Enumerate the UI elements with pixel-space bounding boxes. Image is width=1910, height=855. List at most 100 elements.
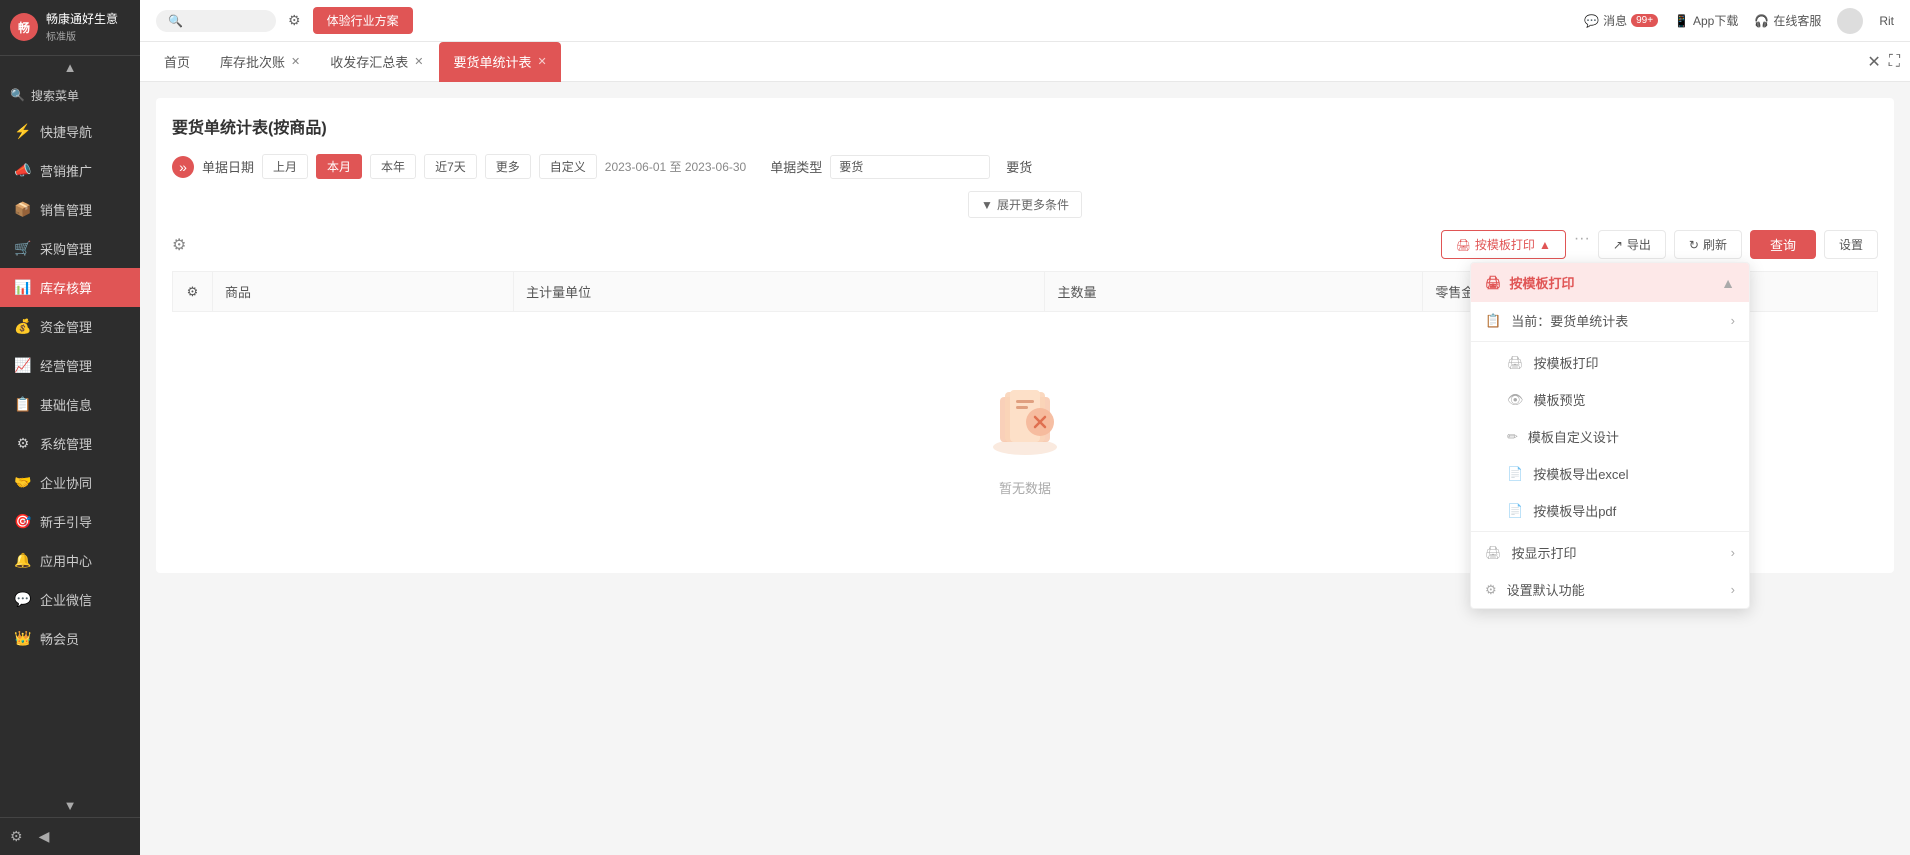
operation-icon: 📈 (14, 356, 32, 374)
sidebar-scroll-down[interactable]: ▼ (0, 794, 140, 817)
corp-icon: 🤝 (14, 473, 32, 491)
item-label: 模板自定义设计 (1528, 427, 1619, 446)
tab-close-icon[interactable]: ✕ (291, 55, 300, 68)
corpwx-icon: 💬 (14, 590, 32, 608)
type-select[interactable]: 要货 (830, 155, 990, 179)
print-dropdown-arrow: ▲ (1539, 238, 1551, 252)
tab-label: 要货单统计表 (453, 52, 531, 71)
message-icon: 💬 (1584, 14, 1599, 28)
gear-icon[interactable]: ⚙ (288, 12, 301, 29)
item-label: 按模板导出excel (1533, 464, 1628, 483)
expand-conditions-btn[interactable]: ▼ 展开更多条件 (968, 191, 1082, 218)
refresh-icon: ↻ (1689, 238, 1699, 252)
dropdown-current-item[interactable]: 📋 当前：要货单统计表 › (1471, 302, 1749, 339)
experience-btn[interactable]: 体验行业方案 (313, 7, 413, 34)
sidebar-item-label: 畅会员 (40, 629, 79, 648)
print-btn[interactable]: 🖨 按模板打印 ▲ (1441, 230, 1566, 259)
tab-order-stats[interactable]: 要货单统计表 ✕ (439, 42, 560, 82)
sidebar-item-system[interactable]: ⚙ 系统管理 (0, 424, 140, 463)
newbie-icon: 🎯 (14, 512, 32, 530)
search-menu-btn[interactable]: 🔍 搜索菜单 (0, 79, 140, 112)
dropdown-close-icon[interactable]: ▲ (1721, 275, 1735, 291)
dropdown-set-default[interactable]: ⚙ 设置默认功能 › (1471, 571, 1749, 608)
tab-close-icon[interactable]: ✕ (538, 55, 547, 68)
printer-icon: 🖨 (1485, 275, 1502, 291)
maximize-icon[interactable]: ⛶ (1889, 53, 1900, 71)
sidebar-scroll-up[interactable]: ▲ (0, 56, 140, 79)
date-btn-this-year[interactable]: 本年 (370, 154, 416, 179)
sidebar-item-appstore[interactable]: 🔔 应用中心 (0, 541, 140, 580)
filter-expand-btn[interactable]: » (172, 156, 194, 178)
table-config-btn[interactable]: ⚙ (172, 235, 186, 255)
tab-close-icon[interactable]: ✕ (414, 55, 423, 68)
empty-text: 暂无数据 (999, 478, 1051, 497)
search-menu-label: 搜索菜单 (31, 87, 79, 104)
empty-icon (980, 372, 1070, 462)
date-range-display: 2023-06-01 至 2023-06-30 (605, 158, 746, 175)
date-btn-this-month[interactable]: 本月 (316, 154, 362, 179)
top-search[interactable]: 🔍 (156, 10, 276, 32)
preview-icon: 👁 (1507, 392, 1524, 408)
refresh-btn[interactable]: ↻ 刷新 (1674, 230, 1742, 259)
item-label: 按模板导出pdf (1533, 501, 1616, 520)
sidebar-item-label: 新手引导 (40, 512, 92, 531)
online-service-btn[interactable]: 🎧 在线客服 (1754, 12, 1821, 29)
sidebar-item-operation[interactable]: 📈 经营管理 (0, 346, 140, 385)
sidebar-bottom: ⚙ ◀ (0, 817, 140, 855)
app-download-btn[interactable]: 📱 App下载 (1674, 12, 1738, 29)
date-btn-custom[interactable]: 自定义 (539, 154, 597, 179)
page-content: 要货单统计表(按商品) » 单据日期 上月 本月 本年 近7天 更多 自定义 2… (140, 82, 1910, 855)
date-btn-7days[interactable]: 近7天 (424, 154, 477, 179)
more-options-icon[interactable]: ··· (1574, 230, 1590, 259)
tab-home[interactable]: 首页 (150, 42, 204, 82)
dropdown-item-export-pdf[interactable]: 📄 按模板导出pdf (1471, 492, 1749, 529)
filter-bar: » 单据日期 上月 本月 本年 近7天 更多 自定义 2023-06-01 至 … (172, 154, 1878, 179)
sidebar-item-label: 销售管理 (40, 200, 92, 219)
export-btn[interactable]: ↗ 导出 (1598, 230, 1666, 259)
sidebar-item-marketing[interactable]: 📣 营销推广 (0, 151, 140, 190)
display-print-label: 按显示打印 (1512, 543, 1577, 562)
print-icon: 🖨 (1456, 238, 1471, 252)
sidebar-item-purchase[interactable]: 🛒 采购管理 (0, 229, 140, 268)
tab-actions: ✕ ⛶ (1867, 52, 1900, 72)
message-badge: 99+ (1631, 14, 1658, 27)
tab-batch-account[interactable]: 库存批次账 ✕ (206, 42, 314, 82)
tab-label: 库存批次账 (220, 52, 285, 71)
date-btn-last-month[interactable]: 上月 (262, 154, 308, 179)
collapse-icon[interactable]: ◀ (39, 828, 50, 845)
settings-icon[interactable]: ⚙ (10, 828, 23, 845)
sidebar-item-member[interactable]: 👑 畅会员 (0, 619, 140, 658)
message-btn[interactable]: 💬 消息 99+ (1584, 12, 1658, 29)
sidebar-item-newbie[interactable]: 🎯 新手引导 (0, 502, 140, 541)
sidebar-item-quick-nav[interactable]: ⚡ 快捷导航 (0, 112, 140, 151)
dropdown-item-export-excel[interactable]: 📄 按模板导出excel (1471, 455, 1749, 492)
sidebar-item-corp[interactable]: 🤝 企业协同 (0, 463, 140, 502)
tab-collection-summary[interactable]: 收发存汇总表 ✕ (316, 42, 437, 82)
dropdown-header: 🖨 按模板打印 ▲ (1471, 263, 1749, 302)
sidebar-item-label: 企业协同 (40, 473, 92, 492)
sidebar-item-inventory[interactable]: 📊 库存核算 (0, 268, 140, 307)
username-label: Rit (1879, 14, 1894, 28)
quick-nav-icon: ⚡ (14, 122, 32, 140)
dropdown-item-template-design[interactable]: ✏ 模板自定义设计 (1471, 418, 1749, 455)
th-product: 商品 (213, 272, 514, 312)
sales-icon: 📦 (14, 200, 32, 218)
sidebar-item-label: 采购管理 (40, 239, 92, 258)
date-btn-more[interactable]: 更多 (485, 154, 531, 179)
default-icon: ⚙ (1485, 582, 1497, 598)
sidebar-item-finance[interactable]: 💰 资金管理 (0, 307, 140, 346)
dropdown-item-template-print[interactable]: 🖨 按模板打印 (1471, 344, 1749, 381)
settings-btn[interactable]: 设置 (1824, 230, 1878, 259)
sidebar-item-sales[interactable]: 📦 销售管理 (0, 190, 140, 229)
query-btn[interactable]: 查询 (1750, 230, 1816, 259)
sidebar-item-basic[interactable]: 📋 基础信息 (0, 385, 140, 424)
marketing-icon: 📣 (14, 161, 32, 179)
close-tab-icon[interactable]: ✕ (1867, 52, 1880, 72)
dropdown-display-print[interactable]: 🖨 按显示打印 › (1471, 534, 1749, 571)
dropdown-item-template-preview[interactable]: 👁 模板预览 (1471, 381, 1749, 418)
tabs-bar: 首页 库存批次账 ✕ 收发存汇总表 ✕ 要货单统计表 ✕ ✕ ⛶ (140, 42, 1910, 82)
export-icon: ↗ (1613, 238, 1623, 252)
sidebar-item-corpwx[interactable]: 💬 企业微信 (0, 580, 140, 619)
pdf-icon: 📄 (1507, 503, 1523, 519)
require-filter-label: 要货 (1006, 157, 1032, 176)
